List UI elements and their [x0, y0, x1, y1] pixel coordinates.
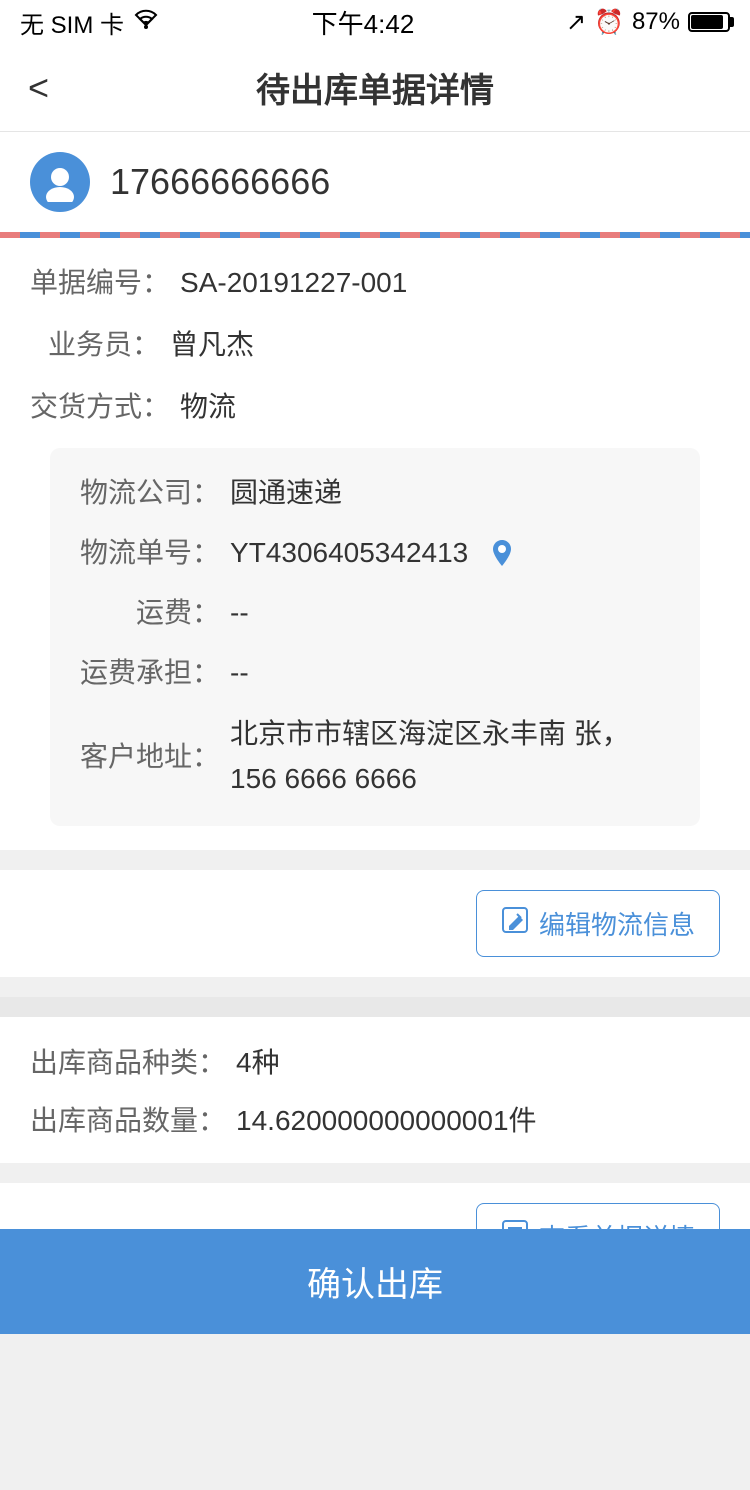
carrier-label: 无 SIM 卡: [20, 5, 124, 40]
edit-button-container: 编辑物流信息: [0, 870, 750, 977]
document-no-value: SA-20191227-001: [170, 262, 720, 304]
edit-logistics-button[interactable]: 编辑物流信息: [476, 890, 720, 957]
logistics-company-row: 物流公司： 圆通速递: [80, 472, 670, 514]
address-value: 北京市市辖区海淀区永丰南 张，156 6666 6666: [220, 712, 670, 802]
tracking-row-content: YT4306405342413: [220, 532, 520, 574]
sales-person-value: 曾凡杰: [160, 324, 720, 366]
sales-person-label: 业务员：: [30, 324, 160, 366]
logistics-card: 物流公司： 圆通速递 物流单号： YT4306405342413 运费：: [50, 448, 700, 826]
freight-row: 运费： --: [80, 592, 670, 634]
goods-quantity-value: 14.620000000000001件: [226, 1099, 537, 1139]
freight-label: 运费：: [80, 592, 220, 634]
battery-percent: 87%: [632, 8, 680, 36]
freight-bear-value: --: [220, 652, 670, 694]
address-label: 客户地址：: [80, 736, 220, 778]
battery-icon: [688, 12, 730, 32]
document-no-row: 单据编号： SA-20191227-001: [30, 262, 720, 304]
status-left: 无 SIM 卡: [20, 5, 160, 40]
delivery-method-value: 物流: [170, 386, 720, 428]
nav-bar: < 待出库单据详情: [0, 44, 750, 132]
delivery-method-label: 交货方式：: [30, 386, 170, 428]
map-pin-icon[interactable]: [484, 535, 520, 571]
tracking-no-label: 物流单号：: [80, 532, 220, 574]
basic-info-card: 单据编号： SA-20191227-001 业务员： 曾凡杰 交货方式： 物流 …: [0, 238, 750, 850]
sales-person-row: 业务员： 曾凡杰: [30, 324, 720, 366]
page-title: 待出库单据详情: [256, 63, 494, 112]
avatar: [30, 152, 90, 212]
alarm-icon: ⏰: [594, 8, 624, 37]
section-divider: [0, 997, 750, 1017]
goods-type-label: 出库商品种类：: [30, 1041, 226, 1081]
confirm-button-wrap: 确认出库: [0, 1229, 750, 1334]
delivery-method-row: 交货方式： 物流: [30, 386, 720, 428]
wifi-icon: [132, 8, 160, 36]
address-row: 客户地址： 北京市市辖区海淀区永丰南 张，156 6666 6666: [80, 712, 670, 802]
tracking-no-value: YT4306405342413: [220, 532, 468, 574]
freight-bear-label: 运费承担：: [80, 652, 220, 694]
location-status-icon: ↗: [566, 8, 586, 37]
edit-button-label: 编辑物流信息: [539, 905, 695, 942]
logistics-company-value: 圆通速递: [220, 472, 670, 514]
freight-value: --: [220, 592, 670, 634]
document-no-label: 单据编号：: [30, 262, 170, 304]
confirm-button[interactable]: 确认出库: [0, 1257, 750, 1306]
edit-icon: [501, 906, 529, 941]
tracking-no-row: 物流单号： YT4306405342413: [80, 532, 670, 574]
status-right: ↗ ⏰ 87%: [566, 8, 730, 37]
goods-type-value: 4种: [226, 1041, 280, 1081]
goods-quantity-row: 出库商品数量： 14.620000000000001件: [30, 1099, 720, 1139]
goods-type-row: 出库商品种类： 4种: [30, 1041, 720, 1081]
back-button[interactable]: <: [28, 67, 49, 109]
status-time: 下午4:42: [312, 4, 415, 41]
freight-bear-row: 运费承担： --: [80, 652, 670, 694]
goods-section: 出库商品种类： 4种 出库商品数量： 14.620000000000001件: [0, 1017, 750, 1163]
logistics-company-label: 物流公司：: [80, 472, 220, 514]
customer-phone: 17666666666: [110, 161, 330, 203]
status-bar: 无 SIM 卡 下午4:42 ↗ ⏰ 87%: [0, 0, 750, 44]
customer-section: 17666666666: [0, 132, 750, 232]
goods-quantity-label: 出库商品数量：: [30, 1099, 226, 1139]
